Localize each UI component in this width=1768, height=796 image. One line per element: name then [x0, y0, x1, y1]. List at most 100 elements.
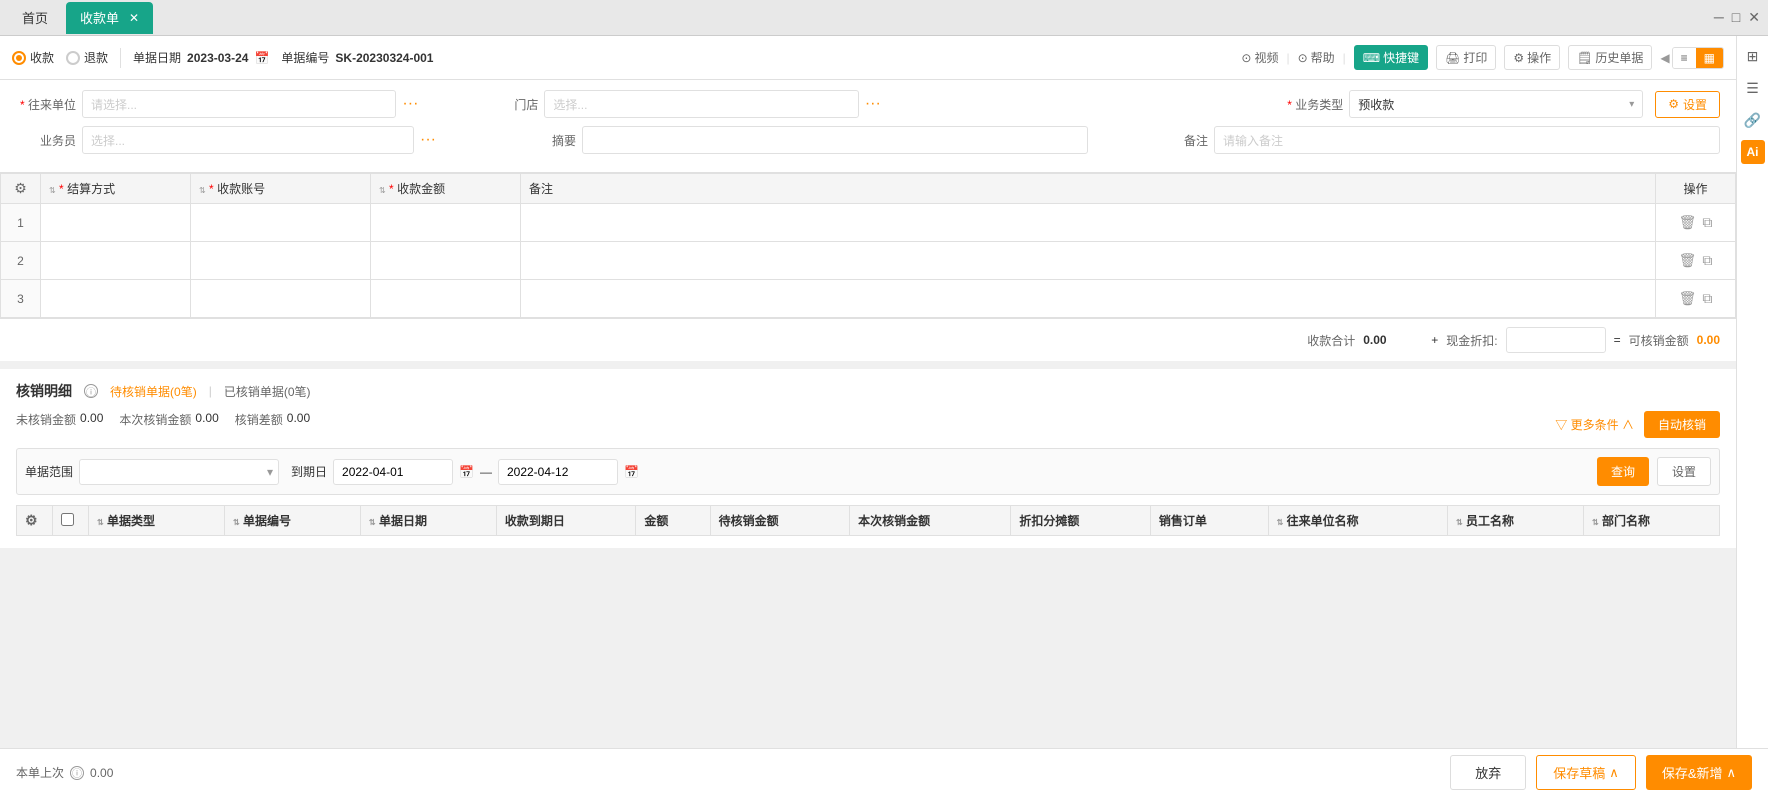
calendar-icon-from[interactable]: 📅	[459, 465, 474, 479]
more-conditions-btn[interactable]: ▽ 更多条件 ∧	[1555, 416, 1634, 433]
counterparty-input[interactable]: 请选择...	[82, 90, 396, 118]
bottom-actions: 放弃 保存草稿 ∧ 保存&新增 ∧	[1450, 755, 1752, 790]
date-to-input[interactable]	[498, 459, 618, 485]
remark-field: 备注 请输入备注	[1148, 126, 1720, 154]
cell-settlement-1[interactable]	[41, 204, 191, 242]
tab-close-icon[interactable]: ✕	[129, 11, 139, 25]
cell-amount-1[interactable]	[371, 204, 521, 242]
due-date-label: 到期日	[291, 463, 327, 480]
select-all-checkbox[interactable]	[61, 513, 74, 526]
sidebar-paperclip-icon[interactable]: 🔗	[1741, 108, 1765, 132]
pending-link[interactable]: 待核销单据(0笔)	[110, 383, 197, 400]
table-settings-icon[interactable]: ⚙	[14, 180, 27, 196]
bottom-info-icon[interactable]: ⓘ	[70, 766, 84, 780]
window-controls: ─ □ ✕	[1714, 9, 1760, 26]
layout-list-btn[interactable]: ≡	[1673, 48, 1696, 68]
radio-receipt-label: 收款	[30, 49, 54, 66]
scope-select[interactable]	[79, 459, 279, 485]
biz-type-select[interactable]: 预收款 ▾	[1349, 90, 1643, 118]
cell-remark-1[interactable]	[521, 204, 1656, 242]
radio-refund[interactable]: 退款	[66, 49, 108, 66]
discard-btn[interactable]: 放弃	[1450, 755, 1526, 790]
radio-dot-receipt	[12, 51, 26, 65]
delete-icon-3[interactable]: 🗑	[1679, 290, 1697, 307]
sidebar-ai-icon[interactable]: Ai	[1741, 140, 1765, 164]
radio-group: 收款 退款	[12, 49, 108, 66]
bottom-col-amount: 金额	[636, 506, 710, 536]
cell-amount-3[interactable]	[371, 280, 521, 318]
settings-btn[interactable]: ⚙ 设置	[1655, 91, 1720, 118]
counterparty-more-icon[interactable]: ···	[402, 95, 418, 113]
cell-account-1[interactable]	[191, 204, 371, 242]
help-link[interactable]: ⊙ 帮助	[1298, 49, 1335, 66]
layout-grid-btn[interactable]: ▦	[1696, 48, 1723, 68]
cell-ops-3: 🗑 ⧉	[1656, 280, 1736, 318]
sidebar-list-icon[interactable]: ☰	[1741, 76, 1765, 100]
discount-input[interactable]	[1506, 327, 1606, 353]
tab-home[interactable]: 首页	[8, 2, 62, 34]
cell-settlement-2[interactable]	[41, 242, 191, 280]
shop-more-icon[interactable]: ···	[865, 95, 881, 113]
cell-amount-2[interactable]	[371, 242, 521, 280]
writeoff-title: 核销明细	[16, 381, 72, 401]
bottom-col-pending: 待核销金额	[710, 506, 849, 536]
auto-writeoff-btn[interactable]: 自动核销	[1644, 411, 1720, 438]
shop-field: 门店 选择... ···	[478, 90, 880, 118]
sort-icon-3: ⇅	[379, 187, 386, 195]
cell-remark-3[interactable]	[521, 280, 1656, 318]
date-from-input[interactable]	[333, 459, 453, 485]
delete-icon-2[interactable]: 🗑	[1679, 252, 1697, 269]
query-btn[interactable]: 查询	[1597, 457, 1649, 486]
copy-icon-3[interactable]: ⧉	[1702, 290, 1712, 307]
form-area: 往来单位 请选择... ··· 门店 选择... ···	[0, 80, 1736, 173]
cell-remark-2[interactable]	[521, 242, 1656, 280]
bottom-info: 本单上次 ⓘ 0.00	[16, 764, 113, 781]
cell-ops-1: 🗑 ⧉	[1656, 204, 1736, 242]
scope-label: 单据范围	[25, 463, 73, 480]
maximize-icon[interactable]: □	[1732, 9, 1740, 26]
done-link[interactable]: 已核销单据(0笔)	[224, 383, 311, 400]
shortcut-btn[interactable]: ⌨ 快捷键	[1354, 45, 1428, 70]
save-new-btn[interactable]: 保存&新增 ∧	[1646, 755, 1752, 790]
staff-more-icon[interactable]: ···	[420, 131, 436, 149]
minimize-icon[interactable]: ─	[1714, 9, 1724, 26]
tab-receipt[interactable]: 收款单 ✕	[66, 2, 153, 34]
delete-icon-1[interactable]: 🗑	[1679, 214, 1697, 231]
shop-input[interactable]: 选择...	[544, 90, 858, 118]
plus-sign: +	[1431, 333, 1438, 347]
video-link[interactable]: ⊙ 视频	[1241, 49, 1278, 66]
bottom-col-sales-order: 销售订单	[1150, 506, 1268, 536]
copy-icon-2[interactable]: ⧉	[1702, 252, 1712, 269]
calendar-icon[interactable]: 📅	[254, 51, 269, 65]
cell-ops-2: 🗑 ⧉	[1656, 242, 1736, 280]
cell-account-3[interactable]	[191, 280, 371, 318]
history-btn[interactable]: 🗒 历史单据	[1568, 45, 1652, 70]
docnum-value: SK-20230324-001	[335, 51, 433, 65]
close-icon[interactable]: ✕	[1748, 9, 1760, 26]
print-btn[interactable]: 🖨 打印	[1436, 45, 1496, 70]
copy-icon-1[interactable]: ⧉	[1702, 214, 1712, 231]
date-value: 2023-03-24	[187, 51, 248, 65]
right-sidebar: ⊞ ☰ 🔗 Ai	[1736, 36, 1768, 748]
bottom-table-settings-icon[interactable]: ⚙	[25, 512, 38, 528]
chevron-up-icon: ∧	[1622, 418, 1634, 432]
unchecked-stat: 未核销金额 0.00	[16, 411, 103, 428]
cell-account-2[interactable]	[191, 242, 371, 280]
summary-input[interactable]	[582, 126, 1088, 154]
net-value: 0.00	[1697, 333, 1720, 347]
calendar-icon-to[interactable]: 📅	[624, 465, 639, 479]
remark-input[interactable]: 请输入备注	[1214, 126, 1720, 154]
layout-buttons: ≡ ▦	[1672, 47, 1724, 69]
sidebar-grid-icon[interactable]: ⊞	[1741, 44, 1765, 68]
radio-receipt[interactable]: 收款	[12, 49, 54, 66]
writeoff-info-icon[interactable]: ⓘ	[84, 384, 98, 398]
staff-input[interactable]: 选择...	[82, 126, 414, 154]
save-draft-btn[interactable]: 保存草稿 ∧	[1536, 755, 1636, 790]
nav-left-icon[interactable]: ◀	[1660, 51, 1669, 65]
bottom-col-doc-type: ⇅ 单据类型	[89, 506, 225, 536]
cell-settlement-3[interactable]	[41, 280, 191, 318]
radio-refund-label: 退款	[84, 49, 108, 66]
filter-settings-btn[interactable]: 设置	[1657, 457, 1711, 486]
operation-btn[interactable]: ⚙ 操作	[1504, 45, 1560, 70]
biz-type-label: 业务类型	[1283, 96, 1343, 113]
